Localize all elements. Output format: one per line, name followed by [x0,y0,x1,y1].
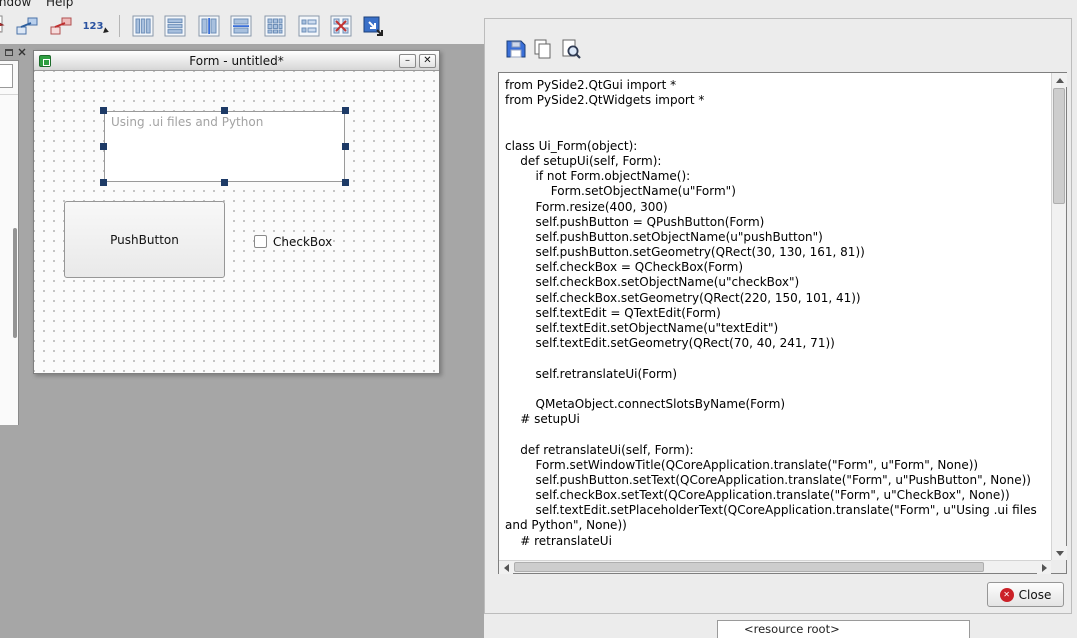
menu-window[interactable]: Window [0,0,31,9]
main-toolbar: 123 [0,9,484,44]
code-line: self.pushButton.setObjectName(u"pushButt… [505,230,1051,245]
form-window-titlebar[interactable]: Form - untitled* – ✕ [34,51,439,71]
checkbox-widget[interactable]: CheckBox [254,221,355,262]
selection-handle[interactable] [342,143,349,150]
code-line: self.pushButton = QPushButton(Form) [505,215,1051,230]
widget-filter-input[interactable] [0,64,13,88]
copy-all-icon[interactable] [531,37,555,61]
vertical-scrollbar-thumb[interactable] [1053,88,1065,204]
menu-help[interactable]: Help [46,0,73,9]
scroll-left-button[interactable] [499,561,513,574]
layout-horizontal-icon[interactable] [130,13,156,39]
code-line: class Ui_Form(object): [505,139,1051,154]
code-line: from PySide2.QtWidgets import * [505,93,1051,108]
code-line [505,427,1051,442]
code-line: if not Form.objectName(): [505,169,1051,184]
clipped-toolbar-icon[interactable] [0,13,11,39]
edit-signals-slots-icon[interactable] [14,13,40,39]
selection-handle[interactable] [100,107,107,114]
selection-handle[interactable] [342,179,349,186]
code-line: self.checkBox.setText(QCoreApplication.t… [505,488,1051,503]
scrollbar-corner [1051,560,1066,573]
save-icon[interactable] [504,37,528,61]
resource-root-item[interactable]: <resource root> [718,621,969,636]
checkbox-indicator[interactable] [254,235,267,248]
code-line: self.textEdit = QTextEdit(Form) [505,306,1051,321]
toolbar-separator [119,15,120,37]
close-button[interactable]: ✕ [419,54,436,68]
code-line: def retranslateUi(self, Form): [505,443,1051,458]
close-icon [18,48,26,56]
code-line: QMetaObject.connectSlotsByName(Form) [505,397,1051,412]
layout-grid-icon[interactable] [262,13,288,39]
pushbutton-widget[interactable]: PushButton [64,201,225,278]
dialog-close-button[interactable]: ✕ Close [987,582,1064,607]
tab-order-glyph: 123 [83,21,104,32]
scroll-up-button[interactable] [1052,73,1067,87]
textedit-widget[interactable]: Using .ui files and Python [104,111,345,182]
code-line: self.checkBox.setObjectName(u"checkBox") [505,275,1051,290]
resource-browser-panel: <resource root> [717,620,970,638]
code-line: self.pushButton.setText(QCoreApplication… [505,473,1051,488]
layout-vertical-icon[interactable] [162,13,188,39]
float-icon [5,49,13,56]
code-line: Form.setWindowTitle(QCoreApplication.tra… [505,458,1051,473]
code-line: from PySide2.QtGui import * [505,78,1051,93]
find-icon[interactable] [559,37,583,61]
minimize-button[interactable]: – [399,54,416,68]
code-line: self.checkBox.setGeometry(QRect(220, 150… [505,291,1051,306]
qt-designer-screen: Window Help 123 [0,0,1077,638]
edit-buddies-icon[interactable] [48,13,74,39]
break-layout-icon[interactable] [328,13,354,39]
widget-box-panel [0,60,19,425]
edit-tab-order-icon[interactable]: 123 [80,13,106,39]
code-line: # retranslateUi [505,534,1051,549]
code-line: def setupUi(self, Form): [505,154,1051,169]
code-area: from PySide2.QtGui import *from PySide2.… [498,72,1067,574]
scroll-down-button[interactable] [1052,546,1067,560]
scroll-right-button[interactable] [1037,561,1051,574]
close-button-label: Close [1019,588,1052,602]
code-line: self.textEdit.setGeometry(QRect(70, 40, … [505,336,1051,351]
code-viewport[interactable]: from PySide2.QtGui import *from PySide2.… [499,73,1051,560]
code-line [505,124,1051,139]
selection-handle[interactable] [221,179,228,186]
dock-float-button[interactable] [3,46,15,58]
code-line: # setupUi [505,412,1051,427]
selection-handle[interactable] [221,107,228,114]
selection-handle[interactable] [342,107,349,114]
code-line: Form.setObjectName(u"Form") [505,184,1051,199]
code-line [505,382,1051,397]
selection-handle[interactable] [100,143,107,150]
form-canvas[interactable]: Using .ui files and Python PushButton Ch… [34,71,439,373]
vertical-scrollbar[interactable] [1051,73,1066,560]
horizontal-scrollbar-thumb[interactable] [514,562,984,572]
dock-close-button[interactable] [16,46,28,58]
code-line: self.textEdit.setPlaceholderText(QCoreAp… [505,503,1051,518]
widget-box-scrollbar-thumb[interactable] [13,228,17,338]
adjust-size-icon[interactable] [360,13,386,39]
layout-horizontal-splitter-icon[interactable] [196,13,222,39]
form-editor-window: Form - untitled* – ✕ Using .ui files and… [33,50,440,374]
menubar: Window Help [0,0,484,9]
code-line: self.pushButton.setGeometry(QRect(30, 13… [505,245,1051,260]
widget-box-separator [0,94,18,95]
checkbox-label: CheckBox [273,235,332,249]
horizontal-scrollbar[interactable] [499,560,1051,573]
selection-handle[interactable] [100,179,107,186]
code-line: self.retranslateUi(Form) [505,367,1051,382]
layout-vertical-splitter-icon[interactable] [228,13,254,39]
red-close-circle-icon: ✕ [1000,588,1014,602]
code-line: self.checkBox = QCheckBox(Form) [505,260,1051,275]
form-window-title: Form - untitled* [34,54,439,68]
code-viewer-dialog: from PySide2.QtGui import *from PySide2.… [484,18,1072,614]
code-line: self.textEdit.setObjectName(u"textEdit") [505,321,1051,336]
code-line: Form.resize(400, 300) [505,200,1051,215]
code-line [505,108,1051,123]
textedit-placeholder: Using .ui files and Python [105,112,344,132]
code-line: and Python", None)) [505,518,1051,533]
layout-form-icon[interactable] [296,13,322,39]
code-line [505,351,1051,366]
